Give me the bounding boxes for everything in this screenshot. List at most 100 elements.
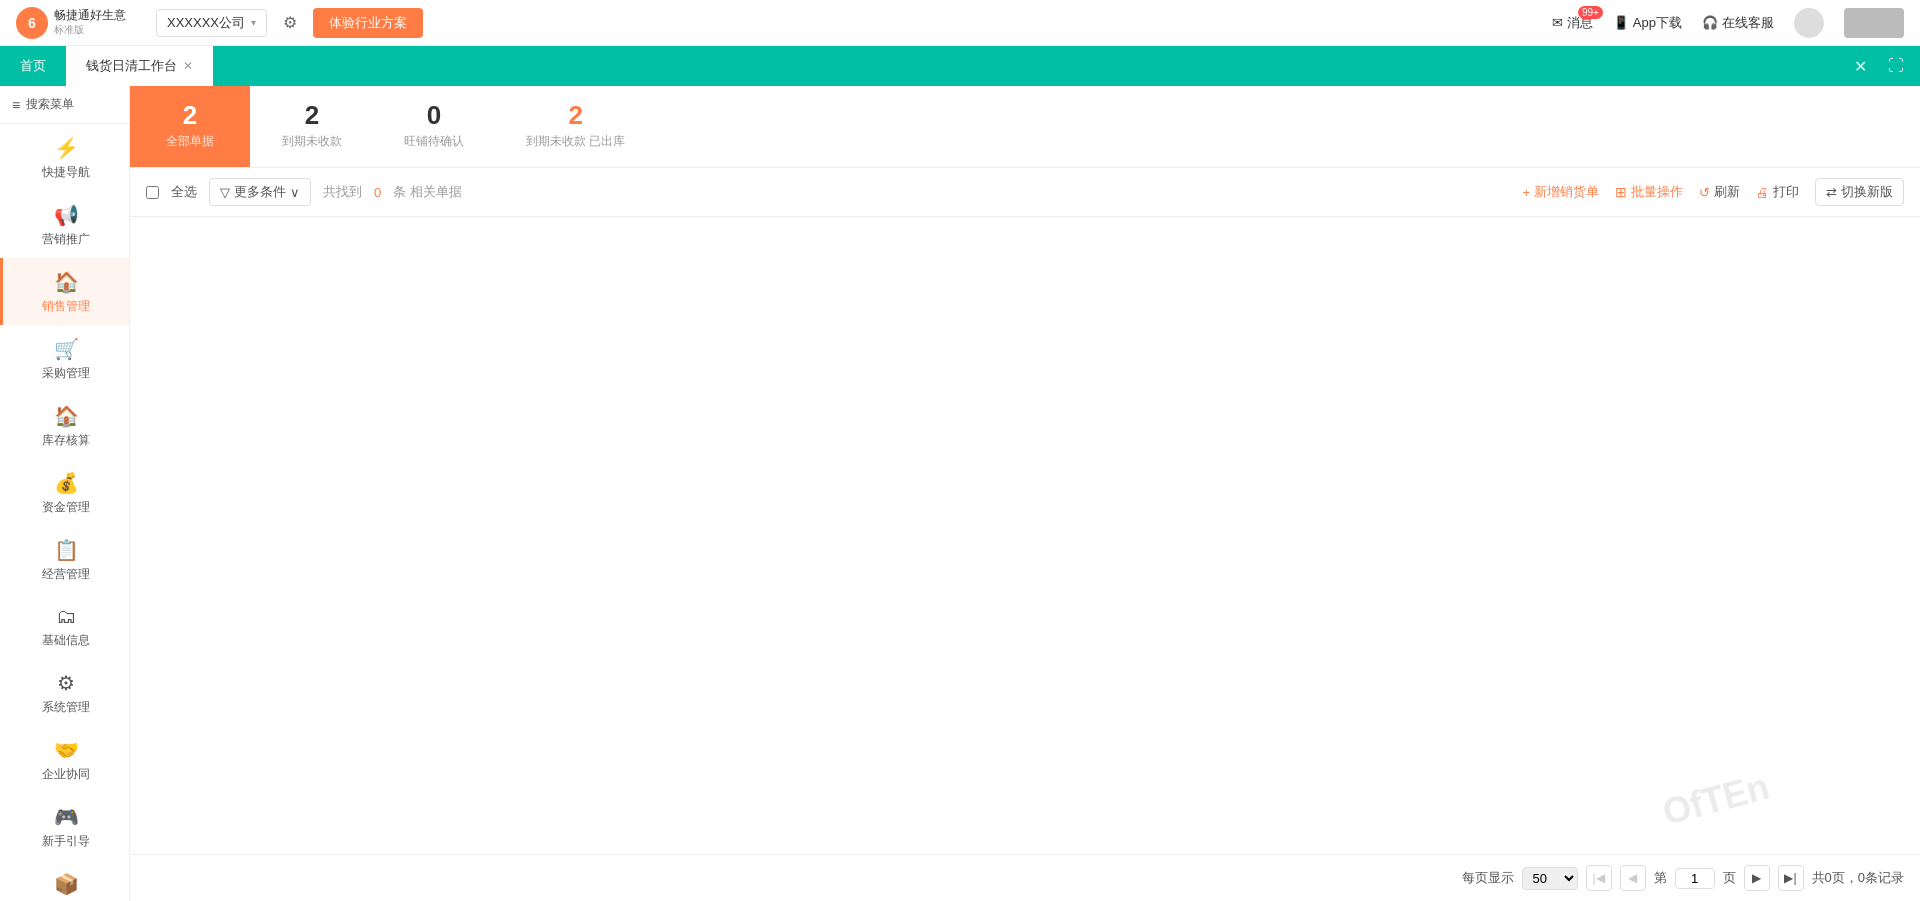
online-service-label: 在线客服: [1722, 14, 1774, 32]
tab-work-station-label: 钱货日清工作台: [86, 57, 177, 75]
sidebar-item-sales[interactable]: 🏠 销售管理: [0, 258, 129, 325]
user-avatar[interactable]: [1794, 8, 1824, 38]
sidebar-item-inventory[interactable]: 🏠 库存核算: [0, 392, 129, 459]
content-area: 2 全部单据 2 到期未收款 0 旺铺待确认 2 到期未收款 已出库 全选 ▽ …: [130, 86, 1920, 901]
sidebar-item-sales-label: 销售管理: [42, 298, 90, 315]
page-size-label: 每页显示: [1462, 869, 1514, 887]
company-name: XXXXXX公司: [167, 14, 245, 32]
sales-icon: 🏠: [54, 270, 79, 294]
notification-icon: ✉: [1552, 15, 1563, 30]
new-btn-label: 新增销货单: [1534, 183, 1599, 201]
page-suffix: 页: [1723, 869, 1736, 887]
count-prefix: 共找到: [323, 183, 362, 201]
select-all-checkbox[interactable]: [146, 186, 159, 199]
app-download-label: App下载: [1633, 14, 1682, 32]
batch-operation-button[interactable]: ⊞ 批量操作: [1615, 183, 1683, 201]
sidebar-item-inventory-label: 库存核算: [42, 432, 90, 449]
print-label: 打印: [1773, 183, 1799, 201]
sidebar-item-guide-label: 新手引导: [42, 833, 90, 850]
refresh-icon: ↺: [1699, 185, 1710, 200]
next-page-button[interactable]: ▶: [1744, 865, 1770, 891]
sidebar-search[interactable]: ≡ 搜索菜单: [0, 86, 129, 124]
switch-label: 切换新版: [1841, 183, 1893, 201]
online-service-button[interactable]: 🎧 在线客服: [1702, 14, 1774, 32]
sidebar: ≡ 搜索菜单 ⚡ 快捷导航 📢 营销推广 🏠 销售管理 🛒 采购管理 🏠 库存核…: [0, 86, 130, 901]
sidebar-item-enterprise[interactable]: 🤝 企业协同: [0, 726, 129, 793]
sidebar-item-quick-nav-label: 快捷导航: [42, 164, 90, 181]
sidebar-search-label: 搜索菜单: [26, 96, 74, 113]
sidebar-item-basic-info[interactable]: 🗂 基础信息: [0, 593, 129, 659]
page-size-select[interactable]: 50 10 20 100: [1522, 867, 1578, 890]
tab-bar-actions: ✕ ⛶: [1846, 52, 1920, 80]
guide-icon: 🎮: [54, 805, 79, 829]
stat-overdue-shipped-label: 到期未收款 已出库: [526, 133, 625, 150]
new-sales-order-button[interactable]: + 新增销货单: [1522, 183, 1599, 201]
company-selector[interactable]: XXXXXX公司 ▾: [156, 9, 267, 37]
tab-home-label: 首页: [20, 57, 46, 75]
sidebar-item-purchase[interactable]: 🛒 采购管理: [0, 325, 129, 392]
refresh-button[interactable]: ↺ 刷新: [1699, 183, 1740, 201]
prev-page-button[interactable]: ◀: [1620, 865, 1646, 891]
sidebar-item-guide[interactable]: 🎮 新手引导: [0, 793, 129, 860]
total-info: 共0页，0条记录: [1812, 869, 1904, 887]
filter-icon: ▽: [220, 185, 230, 200]
sidebar-item-finance[interactable]: 💰 资金管理: [0, 459, 129, 526]
page-number-input[interactable]: [1675, 868, 1715, 889]
pagination-bar: 每页显示 50 10 20 100 |◀ ◀ 第 页 ▶ ▶| 共0页，0条记录: [130, 854, 1920, 901]
first-page-button[interactable]: |◀: [1586, 865, 1612, 891]
stat-wangpu-number: 0: [427, 100, 441, 131]
sidebar-item-enterprise-label: 企业协同: [42, 766, 90, 783]
inventory-icon: 🏠: [54, 404, 79, 428]
count-value: 0: [374, 185, 381, 200]
print-icon: 🖨: [1756, 185, 1769, 200]
print-button[interactable]: 🖨 打印: [1756, 183, 1799, 201]
sidebar-item-finance-label: 资金管理: [42, 499, 90, 516]
tab-work-station[interactable]: 钱货日清工作台 ✕: [66, 46, 213, 86]
app-download-button[interactable]: 📱 App下载: [1613, 14, 1682, 32]
sidebar-item-purchase-label: 采购管理: [42, 365, 90, 382]
sidebar-item-operations-label: 经营管理: [42, 566, 90, 583]
trial-button[interactable]: 体验行业方案: [313, 8, 423, 38]
stat-all-orders-label: 全部单据: [166, 133, 214, 150]
tab-expand-button[interactable]: ⛶: [1882, 52, 1910, 80]
system-icon: ⚙: [57, 671, 75, 695]
app-header: 6 畅捷通好生意 标准版 XXXXXX公司 ▾ ⚙ 体验行业方案 ✉ 消息 99…: [0, 0, 1920, 46]
finance-icon: 💰: [54, 471, 79, 495]
stat-overdue-number: 2: [305, 100, 319, 131]
sidebar-item-app-center[interactable]: 📦 应用中心: [0, 860, 129, 901]
batch-label: 批量操作: [1631, 183, 1683, 201]
tab-close-icon[interactable]: ✕: [183, 59, 193, 73]
sidebar-item-operations[interactable]: 📋 经营管理: [0, 526, 129, 593]
download-icon: 📱: [1613, 15, 1629, 30]
settings-button[interactable]: ⚙: [275, 8, 305, 38]
last-page-button[interactable]: ▶|: [1778, 865, 1804, 891]
notification-button[interactable]: ✉ 消息 99+: [1552, 14, 1593, 32]
filter-label: 更多条件: [234, 183, 286, 201]
filter-chevron-icon: ∨: [290, 185, 300, 200]
logo-sub: 标准版: [54, 23, 126, 37]
sidebar-item-system[interactable]: ⚙ 系统管理: [0, 659, 129, 726]
basic-info-icon: 🗂: [56, 605, 76, 628]
refresh-label: 刷新: [1714, 183, 1740, 201]
stat-overdue-uncollected[interactable]: 2 到期未收款: [252, 86, 372, 167]
sidebar-item-marketing[interactable]: 📢 营销推广: [0, 191, 129, 258]
switch-version-button[interactable]: ⇄ 切换新版: [1815, 178, 1904, 206]
new-icon: +: [1522, 185, 1530, 200]
service-icon: 🎧: [1702, 15, 1718, 30]
page-label: 第: [1654, 869, 1667, 887]
user-avatar-2[interactable]: [1844, 8, 1904, 38]
stat-overdue-shipped[interactable]: 2 到期未收款 已出库: [496, 86, 655, 167]
company-chevron-icon: ▾: [251, 17, 256, 28]
table-area: [130, 217, 1920, 854]
tab-close-all-button[interactable]: ✕: [1846, 52, 1874, 80]
sidebar-item-quick-nav[interactable]: ⚡ 快捷导航: [0, 124, 129, 191]
tab-bar: 首页 钱货日清工作台 ✕ ✕ ⛶: [0, 46, 1920, 86]
tab-home[interactable]: 首页: [0, 46, 66, 86]
enterprise-icon: 🤝: [54, 738, 79, 762]
filter-button[interactable]: ▽ 更多条件 ∨: [209, 178, 311, 206]
select-all-label: 全选: [171, 183, 197, 201]
quick-nav-icon: ⚡: [54, 136, 79, 160]
stat-wangpu-pending[interactable]: 0 旺铺待确认: [374, 86, 494, 167]
stat-all-orders[interactable]: 2 全部单据: [130, 86, 250, 167]
app-center-icon: 📦: [54, 872, 79, 896]
